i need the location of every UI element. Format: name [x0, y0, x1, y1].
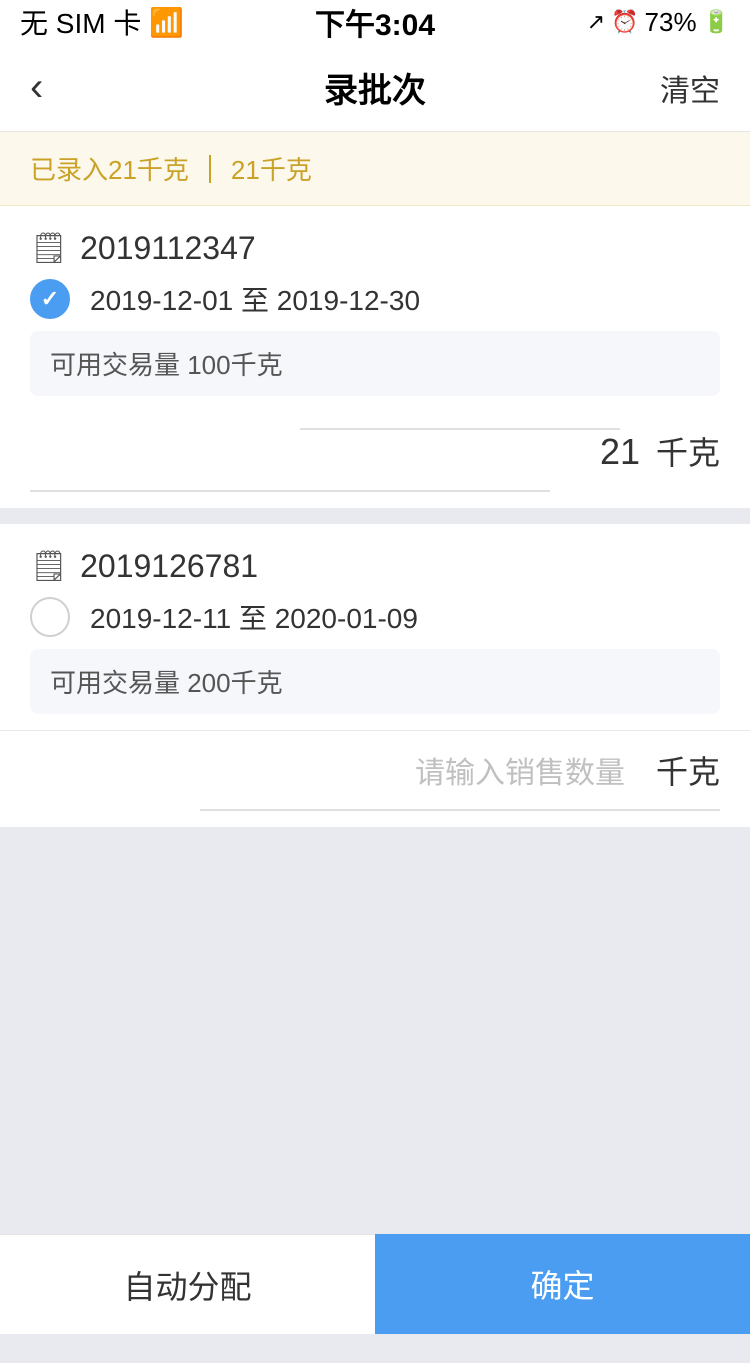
back-button[interactable]: ‹: [30, 65, 43, 110]
batch-1-date-row[interactable]: 2019-12-01 至 2019-12-30: [0, 275, 750, 331]
status-bar: 无 SIM 卡 📶 下午3:04 ↗ ⏰ 73% 🔋: [0, 0, 750, 44]
info-banner: 已录入21千克 21千克: [0, 132, 750, 206]
battery-icon: 🔋: [703, 9, 730, 35]
batch-2-radio[interactable]: [30, 597, 70, 637]
batch-1-quantity-row: 21 千克: [0, 412, 750, 490]
batch-2-unit: 千克: [656, 747, 720, 793]
batch-1-available: 可用交易量 100千克: [30, 331, 720, 396]
batch-1-number: 2019112347: [80, 230, 256, 267]
batch-2-available: 可用交易量 200千克: [30, 649, 720, 714]
battery-text: 73%: [645, 7, 697, 38]
batch-2-number: 2019126781: [80, 548, 258, 585]
batch-1-radio[interactable]: [30, 279, 70, 319]
batch-1-header: 🗒 2019112347: [0, 206, 750, 275]
recorded-amount: 已录入21千克: [30, 150, 189, 187]
alarm-icon: ⏰: [611, 9, 638, 35]
batch-2-date-row[interactable]: 2019-12-11 至 2020-01-09: [0, 593, 750, 649]
batch-item-2: 🗒 2019126781 2019-12-11 至 2020-01-09 可用交…: [0, 524, 750, 827]
nav-bar: ‹ 录批次 清空: [0, 44, 750, 132]
batch-item-1: 🗒 2019112347 2019-12-01 至 2019-12-30 可用交…: [0, 206, 750, 508]
batch-1-bottom-space: [0, 492, 750, 508]
carrier-info: 无 SIM 卡 📶: [20, 2, 184, 42]
clear-button[interactable]: 清空: [660, 66, 720, 110]
location-icon: ↗: [587, 9, 605, 35]
batch-1-quantity-unit: 千克: [656, 428, 720, 474]
batch-2-header: 🗒 2019126781: [0, 524, 750, 593]
batch-2-date: 2019-12-11 至 2020-01-09: [90, 597, 418, 637]
batch-2-icon: 🗒: [30, 549, 68, 584]
batch-2-quantity-row[interactable]: 千克: [0, 730, 750, 809]
carrier-text: 无 SIM 卡: [20, 2, 141, 42]
total-amount: 21千克: [231, 150, 312, 187]
battery-info: ↗ ⏰ 73% 🔋: [587, 7, 730, 38]
nav-title: 录批次: [324, 63, 426, 112]
status-time: 下午3:04: [315, 0, 435, 44]
batch-2-bottom-space: [0, 811, 750, 827]
auto-distribute-label: 自动分配: [123, 1262, 251, 1308]
batch-1-quantity-value: 21: [600, 431, 640, 473]
confirm-label: 确定: [530, 1261, 594, 1307]
section-divider-2: [0, 827, 750, 843]
section-divider: [0, 508, 750, 524]
batch-1-icon: 🗒: [30, 231, 68, 266]
confirm-button[interactable]: 确定: [375, 1234, 750, 1334]
wifi-icon: 📶: [149, 6, 184, 39]
batch-2-quantity-input[interactable]: [340, 757, 640, 791]
batch-1-date: 2019-12-01 至 2019-12-30: [90, 279, 420, 319]
auto-distribute-button[interactable]: 自动分配: [0, 1234, 375, 1334]
bottom-bar: 自动分配 确定: [0, 1234, 750, 1334]
banner-divider: [209, 155, 211, 183]
